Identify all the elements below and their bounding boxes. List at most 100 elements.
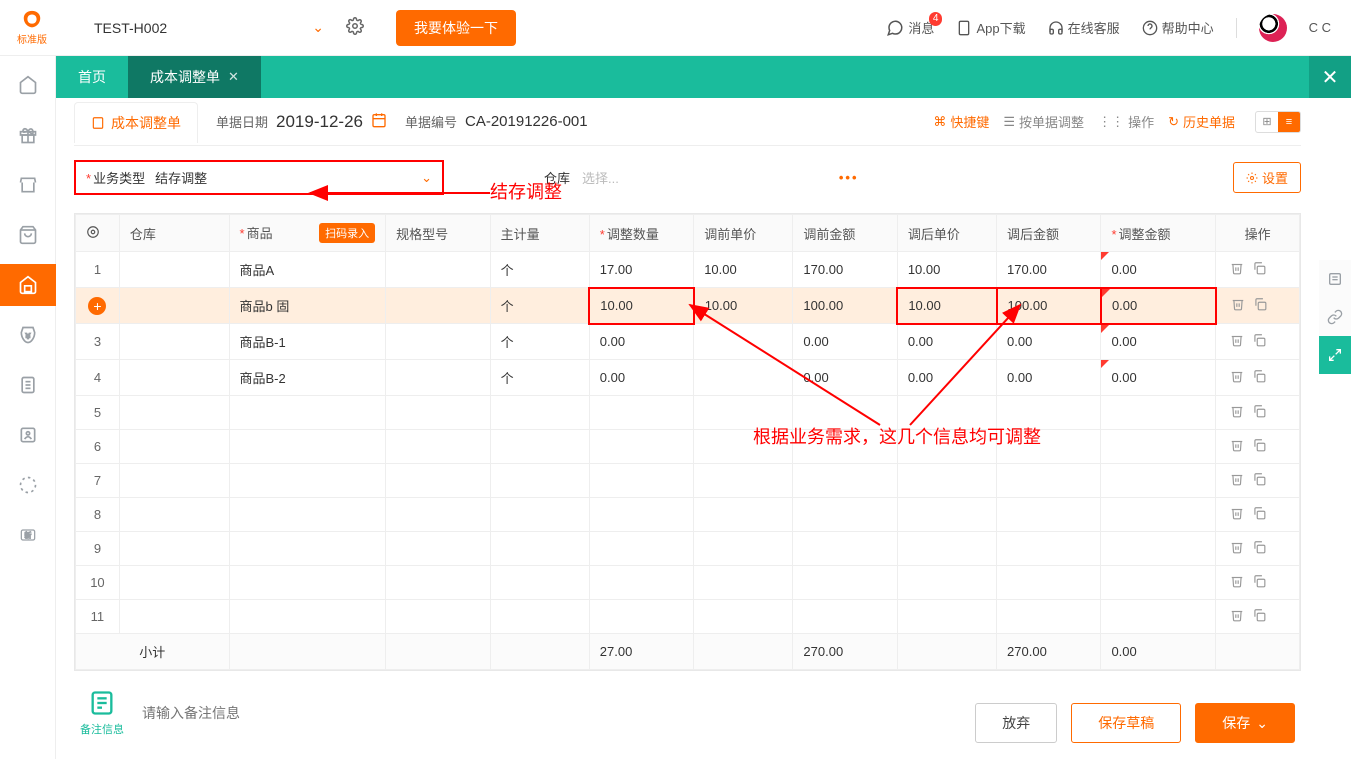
copy-icon[interactable] [1252,472,1266,489]
view-list-icon[interactable]: ≡ [1278,112,1300,132]
cell-pre-amount[interactable] [793,430,897,464]
cell-product[interactable]: 商品A [229,252,386,288]
delete-icon[interactable] [1230,472,1244,489]
float-link-icon[interactable] [1319,298,1351,336]
cell-spec[interactable] [386,324,490,360]
cell-pre-amount[interactable] [793,396,897,430]
cell-warehouse[interactable] [119,252,229,288]
cell-product[interactable]: 商品B-1 [229,324,386,360]
cell-adj-amount[interactable] [1101,532,1216,566]
nav-item-user[interactable] [0,414,56,456]
cell-product[interactable] [229,464,386,498]
cell-spec[interactable] [386,464,490,498]
cell-spec[interactable] [386,252,490,288]
delete-icon[interactable] [1231,297,1245,314]
cell-post-amount[interactable] [997,566,1101,600]
cell-adj-amount[interactable]: 0.00 [1101,252,1216,288]
cell-spec[interactable] [386,498,490,532]
cell-adj-amount[interactable] [1101,430,1216,464]
view-grid-icon[interactable]: ⊞ [1256,112,1278,132]
delete-icon[interactable] [1230,404,1244,421]
cell-spec[interactable] [386,360,490,396]
cell-post-price[interactable] [897,566,996,600]
cell-adj-amount[interactable]: 0.00 [1101,360,1216,396]
cell-qty[interactable] [589,498,693,532]
cell-spec[interactable] [386,566,490,600]
cell-post-amount[interactable] [997,464,1101,498]
cell-post-price[interactable] [897,498,996,532]
cell-qty[interactable]: 0.00 [589,324,693,360]
online-service-button[interactable]: 在线客服 [1048,18,1120,37]
delete-icon[interactable] [1230,333,1244,350]
copy-icon[interactable] [1252,404,1266,421]
cell-qty[interactable] [589,566,693,600]
nav-item-active[interactable] [0,264,56,306]
col-product[interactable]: *商品扫码录入 [229,215,386,252]
close-icon[interactable]: ✕ [228,56,239,98]
cell-pre-price[interactable] [694,532,793,566]
table-row[interactable]: 8 [76,498,1300,532]
copy-icon[interactable] [1252,333,1266,350]
cell-pre-price[interactable] [694,600,793,634]
cell-qty[interactable] [589,464,693,498]
try-button[interactable]: 我要体验一下 [396,10,516,46]
table-row[interactable]: 5 [76,396,1300,430]
cell-qty[interactable]: 17.00 [589,252,693,288]
cell-warehouse[interactable] [119,288,229,324]
cell-unit[interactable]: 个 [490,360,589,396]
cell-warehouse[interactable] [119,360,229,396]
cell-qty[interactable] [589,430,693,464]
cell-post-amount[interactable] [997,498,1101,532]
cell-post-amount[interactable] [997,532,1101,566]
cell-adj-amount[interactable]: 0.00 [1101,288,1216,324]
messages-button[interactable]: 消息 4 [886,18,934,37]
delete-icon[interactable] [1230,506,1244,523]
delete-icon[interactable] [1230,574,1244,591]
cell-post-price[interactable]: 0.00 [897,360,996,396]
shortcut-button[interactable]: ⌘快捷键 [933,112,989,131]
table-row[interactable]: 11 [76,600,1300,634]
cell-adj-amount[interactable] [1101,566,1216,600]
cell-qty[interactable] [589,600,693,634]
cell-warehouse[interactable] [119,430,229,464]
cell-unit[interactable] [490,430,589,464]
cell-post-price[interactable]: 10.00 [897,288,996,324]
cell-pre-amount[interactable] [793,532,897,566]
delete-icon[interactable] [1230,608,1244,625]
by-doc-adjust-button[interactable]: ☰按单据调整 [1003,112,1084,131]
table-row[interactable]: 7 [76,464,1300,498]
nav-item-bag[interactable] [0,214,56,256]
cell-pre-price[interactable] [694,498,793,532]
cell-qty[interactable]: 10.00 [589,288,693,324]
nav-item-gift[interactable] [0,114,56,156]
cell-post-price[interactable] [897,600,996,634]
cell-spec[interactable] [386,532,490,566]
cell-pre-price[interactable]: 10.00 [694,252,793,288]
cell-post-amount[interactable]: 100.00 [997,288,1101,324]
cell-post-amount[interactable]: 170.00 [997,252,1101,288]
gear-icon[interactable] [340,11,370,44]
cell-unit[interactable] [490,498,589,532]
add-row-icon[interactable]: + [88,297,106,315]
table-row[interactable]: 3商品B-1个0.000.000.000.000.00 [76,324,1300,360]
col-pre-amount[interactable]: 调前金额 [793,215,897,252]
cell-pre-amount[interactable] [793,566,897,600]
cell-product[interactable] [229,532,386,566]
copy-icon[interactable] [1253,297,1267,314]
cell-post-amount[interactable] [997,430,1101,464]
col-warehouse[interactable]: 仓库 [119,215,229,252]
col-spec[interactable]: 规格型号 [386,215,490,252]
copy-icon[interactable] [1252,540,1266,557]
col-pre-price[interactable]: 调前单价 [694,215,793,252]
warehouse-select[interactable]: 仓库 选择... [544,168,619,187]
delete-icon[interactable] [1230,261,1244,278]
cell-product[interactable] [229,498,386,532]
cell-warehouse[interactable] [119,396,229,430]
biz-type-select[interactable]: *业务类型结存调整 ⌄ [74,160,444,195]
col-op[interactable]: 操作 [1216,215,1300,252]
cell-warehouse[interactable] [119,600,229,634]
cell-unit[interactable] [490,566,589,600]
notes-input[interactable] [142,705,742,721]
cell-post-amount[interactable] [997,396,1101,430]
cell-unit[interactable]: 个 [490,252,589,288]
